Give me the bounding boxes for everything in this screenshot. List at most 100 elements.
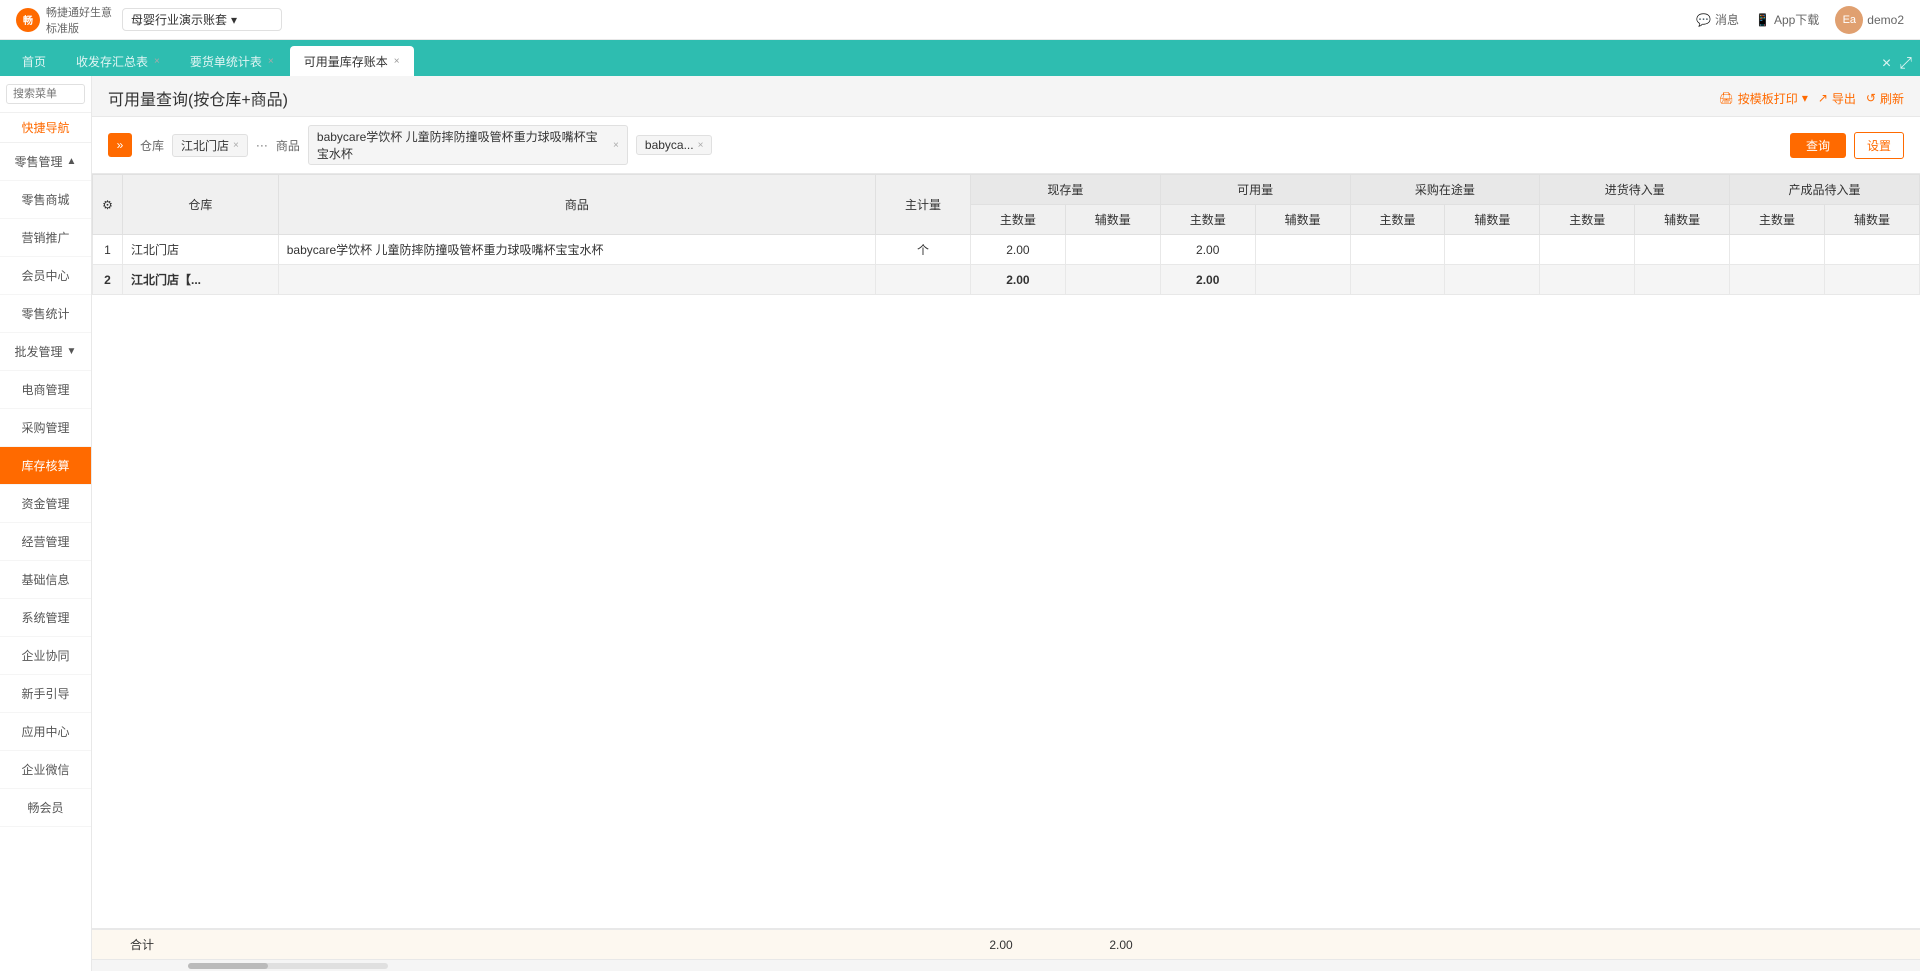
footer-stock-main: 2.00 xyxy=(971,938,1031,952)
sidebar-item-guide[interactable]: 新手引导 xyxy=(0,675,91,713)
table-row: 2江北门店【...2.002.00 xyxy=(93,265,1920,295)
print-icon: 🖨 xyxy=(1719,91,1734,105)
app-label: App下载 xyxy=(1774,11,1819,28)
sidebar-item-member2[interactable]: 畅会员 xyxy=(0,789,91,827)
tab-order[interactable]: 要货单统计表 × xyxy=(176,46,288,76)
bottom-scroll xyxy=(92,959,1920,971)
sidebar-nav-btn[interactable]: 快捷导航 xyxy=(0,113,91,143)
export-icon: ↗ xyxy=(1818,91,1828,105)
expand-icon: » xyxy=(117,138,124,152)
sidebar-item-retail[interactable]: 零售管理 ▲ xyxy=(0,143,91,181)
product-tag2-close[interactable]: × xyxy=(698,140,704,151)
app-icon: 📱 xyxy=(1755,13,1770,27)
tab-order-label: 要货单统计表 xyxy=(190,53,262,70)
sidebar-item-retail-label: 零售管理 xyxy=(15,153,63,170)
col-available-group: 可用量 xyxy=(1160,175,1350,205)
warehouse-tag-text: 江北门店 xyxy=(181,137,229,154)
sidebar-item-operation-label: 经营管理 xyxy=(21,533,69,550)
tab-receive-close[interactable]: × xyxy=(154,56,160,67)
print-arrow: ▾ xyxy=(1802,91,1808,105)
refresh-icon: ↺ xyxy=(1866,91,1876,105)
tab-order-close[interactable]: × xyxy=(268,56,274,67)
company-selector[interactable]: 母婴行业演示账套 ▾ xyxy=(122,8,282,31)
refresh-btn[interactable]: ↺ 刷新 xyxy=(1866,90,1904,107)
warehouse-tag: 江北门店 × xyxy=(172,134,248,157)
scroll-thumb[interactable] xyxy=(188,963,268,969)
table-row: 1江北门店babycare学饮杯 儿童防摔防撞吸管杯重力球吸嘴杯宝宝水杯个2.0… xyxy=(93,235,1920,265)
logo-subtitle: 标准版 xyxy=(46,20,112,36)
tab-expand-btn[interactable]: ⤢ xyxy=(1899,56,1912,72)
scroll-track[interactable] xyxy=(188,963,388,969)
sidebar-search-input[interactable] xyxy=(6,84,85,104)
sidebar-item-inventory[interactable]: 库存核算 xyxy=(0,447,91,485)
tab-available-close[interactable]: × xyxy=(394,56,400,67)
product-tag2: babyca... × xyxy=(636,135,713,155)
col-incoming-aux: 辅数量 xyxy=(1635,205,1730,235)
sidebar-item-finance[interactable]: 资金管理 xyxy=(0,485,91,523)
query-button[interactable]: 查询 xyxy=(1790,133,1846,158)
sidebar-item-enterprise-label: 企业协同 xyxy=(21,647,69,664)
product-tag: babycare学饮杯 儿童防摔防撞吸管杯重力球吸嘴杯宝宝水杯 × xyxy=(308,125,628,165)
col-production-aux: 辅数量 xyxy=(1824,205,1919,235)
warehouse-label: 仓库 xyxy=(140,137,164,154)
sidebar-item-ecommerce[interactable]: 电商管理 xyxy=(0,371,91,409)
sidebar-item-marketing-label: 营销推广 xyxy=(21,229,69,246)
warehouse-more[interactable]: ··· xyxy=(256,138,268,152)
app-download-btn[interactable]: 📱 App下载 xyxy=(1755,11,1819,28)
footer-available-main: 2.00 xyxy=(1091,938,1151,952)
tab-receive-label: 收发存汇总表 xyxy=(76,53,148,70)
col-stock-main: 主数量 xyxy=(970,205,1065,235)
export-label: 导出 xyxy=(1832,90,1856,107)
export-btn[interactable]: ↗ 导出 xyxy=(1818,90,1856,107)
sidebar-item-wholesale-arrow: ▼ xyxy=(67,346,77,357)
tab-home[interactable]: 首页 xyxy=(8,46,60,76)
warehouse-tag-close[interactable]: × xyxy=(233,140,239,151)
setting-button[interactable]: 设置 xyxy=(1854,132,1904,159)
product-tag2-text: babyca... xyxy=(645,138,694,152)
col-product: 商品 xyxy=(278,175,875,235)
sidebar-item-member[interactable]: 会员中心 xyxy=(0,257,91,295)
user-menu[interactable]: Ea demo2 xyxy=(1835,6,1904,34)
sidebar-item-marketing[interactable]: 营销推广 xyxy=(0,219,91,257)
col-available-aux: 辅数量 xyxy=(1255,205,1350,235)
sidebar-item-retail-mall[interactable]: 零售商城 xyxy=(0,181,91,219)
tab-available[interactable]: 可用量库存账本 × xyxy=(290,46,414,76)
tab-receive[interactable]: 收发存汇总表 × xyxy=(62,46,174,76)
username: demo2 xyxy=(1867,13,1904,27)
refresh-label: 刷新 xyxy=(1880,90,1904,107)
sidebar-search-area xyxy=(0,76,91,113)
print-label: 按模板打印 xyxy=(1738,90,1798,107)
sidebar-item-basic[interactable]: 基础信息 xyxy=(0,561,91,599)
sidebar-item-wholesale[interactable]: 批发管理 ▼ xyxy=(0,333,91,371)
sidebar-item-wechat[interactable]: 企业微信 xyxy=(0,751,91,789)
top-bar-right: 💬 消息 📱 App下载 Ea demo2 xyxy=(1696,6,1904,34)
col-stock-aux: 辅数量 xyxy=(1065,205,1160,235)
message-btn[interactable]: 💬 消息 xyxy=(1696,11,1739,28)
tab-home-label: 首页 xyxy=(22,53,46,70)
sidebar-item-apps[interactable]: 应用中心 xyxy=(0,713,91,751)
sidebar-item-enterprise[interactable]: 企业协同 xyxy=(0,637,91,675)
page-header: 可用量查询(按仓库+商品) 🖨 按模板打印 ▾ ↗ 导出 ↺ 刷新 xyxy=(92,76,1920,117)
sidebar-item-guide-label: 新手引导 xyxy=(21,685,69,702)
col-purchase-main: 主数量 xyxy=(1350,205,1445,235)
sidebar-item-retail-arrow: ▲ xyxy=(67,156,77,167)
sidebar-item-purchase[interactable]: 采购管理 xyxy=(0,409,91,447)
tab-available-label: 可用量库存账本 xyxy=(304,53,388,70)
sidebar-item-member2-label: 畅会员 xyxy=(27,799,63,816)
col-incoming-main: 主数量 xyxy=(1540,205,1635,235)
filter-expand-btn[interactable]: » xyxy=(108,133,132,157)
tab-close-all-btn[interactable]: × xyxy=(1882,56,1891,72)
sidebar-item-finance-label: 资金管理 xyxy=(21,495,69,512)
sidebar-item-operation[interactable]: 经营管理 xyxy=(0,523,91,561)
logo-icon: 畅 xyxy=(16,8,40,32)
sidebar-item-system[interactable]: 系统管理 xyxy=(0,599,91,637)
sidebar-item-system-label: 系统管理 xyxy=(21,609,69,626)
product-tag-close[interactable]: × xyxy=(613,140,619,151)
sidebar: 快捷导航 零售管理 ▲ 零售商城 营销推广 会员中心 零售统计 批发管理 ▼ 电… xyxy=(0,76,92,971)
col-production-group: 产成品待入量 xyxy=(1730,175,1920,205)
table-area: ⚙ 仓库 商品 主计量 现存量 可用量 采购在途量 进货待入量 产成品待入量 主… xyxy=(92,174,1920,928)
sidebar-item-retail-stats[interactable]: 零售统计 xyxy=(0,295,91,333)
print-btn[interactable]: 🖨 按模板打印 ▾ xyxy=(1719,90,1808,107)
footer-label: 合计 xyxy=(130,936,210,953)
filter-row: » 仓库 江北门店 × ··· 商品 babycare学饮杯 儿童防摔防撞吸管杯… xyxy=(92,117,1920,174)
